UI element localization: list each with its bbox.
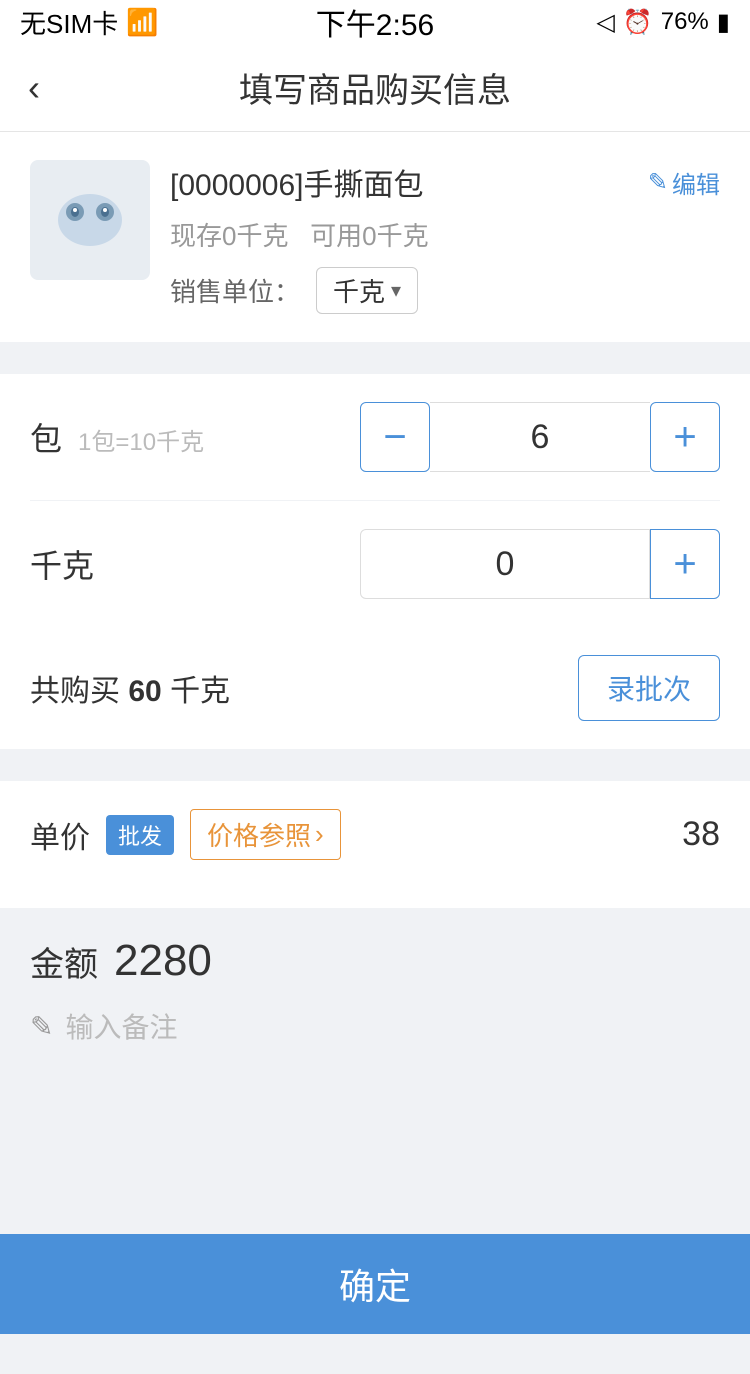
product-full-name: [0000006]手撕面包 [170,160,423,204]
product-info: [0000006]手撕面包 ✎ 编辑 现存0千克 可用0千克 销售单位： 千克 … [170,160,720,314]
remark-placeholder: 输入备注 [65,1006,177,1046]
pack-controls: − + [360,402,720,472]
nav-bar: ‹ 填写商品购买信息 [0,44,750,132]
unit-value: 千克 [333,272,385,309]
total-text: 共购买 60 千克 [30,666,230,710]
price-row: 单价 批发 价格参照 › 38 [30,809,720,860]
status-left: 无SIM卡 📶 [20,4,159,41]
status-bar: 无SIM卡 📶 下午2:56 ◁ ⏰ 76% ▮ [0,0,750,44]
total-section: 共购买 60 千克 录批次 [0,627,750,749]
kg-label: 千克 [30,541,94,587]
unit-label: 销售单位： [170,272,300,309]
price-label: 单价 [30,813,90,857]
pack-label: 包 1包=10千克 [30,414,204,460]
price-value: 38 [682,815,720,854]
amount-row: 金额 2280 [30,936,720,986]
battery-icon: ▮ [717,8,730,37]
location-icon: ◁ [596,8,614,37]
kg-quantity-input[interactable] [360,529,650,599]
status-right: ◁ ⏰ 76% ▮ [596,8,730,37]
amount-label: 金额 [30,937,98,986]
edit-button[interactable]: ✎ 编辑 [648,165,720,200]
kg-input-row: 千克 + [30,501,720,627]
confirm-button[interactable]: 确定 [339,1258,411,1310]
page-title: 填写商品购买信息 [239,63,511,112]
status-time: 下午2:56 [316,0,434,44]
input-section: 包 1包=10千克 − + 千克 + [0,374,750,627]
back-button[interactable]: ‹ [28,67,40,109]
remark-row[interactable]: ✎ 输入备注 [30,1006,720,1046]
pack-increment-button[interactable]: + [650,402,720,472]
carrier-label: 无SIM卡 [20,4,118,41]
battery-label: 76% [661,8,709,36]
confirm-bar[interactable]: 确定 [0,1234,750,1334]
pack-hint: 1包=10千克 [78,422,204,457]
section-divider-1 [0,358,750,374]
amount-section: 金额 2280 ✎ 输入备注 [0,908,750,1074]
section-divider-2 [0,765,750,781]
product-unit-row: 销售单位： 千克 ▾ [170,267,720,314]
chevron-right-icon: › [315,819,324,850]
product-image [30,160,150,280]
price-section: 单价 批发 价格参照 › 38 [0,781,750,908]
pack-input-row: 包 1包=10千克 − + [30,374,720,501]
wifi-icon: 📶 [126,7,158,38]
price-reference-button[interactable]: 价格参照 › [190,809,341,860]
alarm-icon: ⏰ [623,8,653,37]
pack-quantity-input[interactable] [430,402,650,472]
batch-button[interactable]: 录批次 [578,655,720,721]
edit-icon: ✎ [648,168,668,197]
product-card: [0000006]手撕面包 ✎ 编辑 现存0千克 可用0千克 销售单位： 千克 … [0,132,750,342]
kg-controls: + [360,529,720,599]
price-type-tag: 批发 [106,815,174,855]
pack-decrement-button[interactable]: − [360,402,430,472]
amount-value: 2280 [114,936,212,986]
product-name-row: [0000006]手撕面包 ✎ 编辑 [170,160,720,204]
product-stock: 现存0千克 可用0千克 [170,216,720,253]
unit-selector[interactable]: 千克 ▾ [316,267,418,314]
pencil-icon: ✎ [30,1010,53,1043]
chevron-down-icon: ▾ [391,278,401,303]
kg-increment-button[interactable]: + [650,529,720,599]
